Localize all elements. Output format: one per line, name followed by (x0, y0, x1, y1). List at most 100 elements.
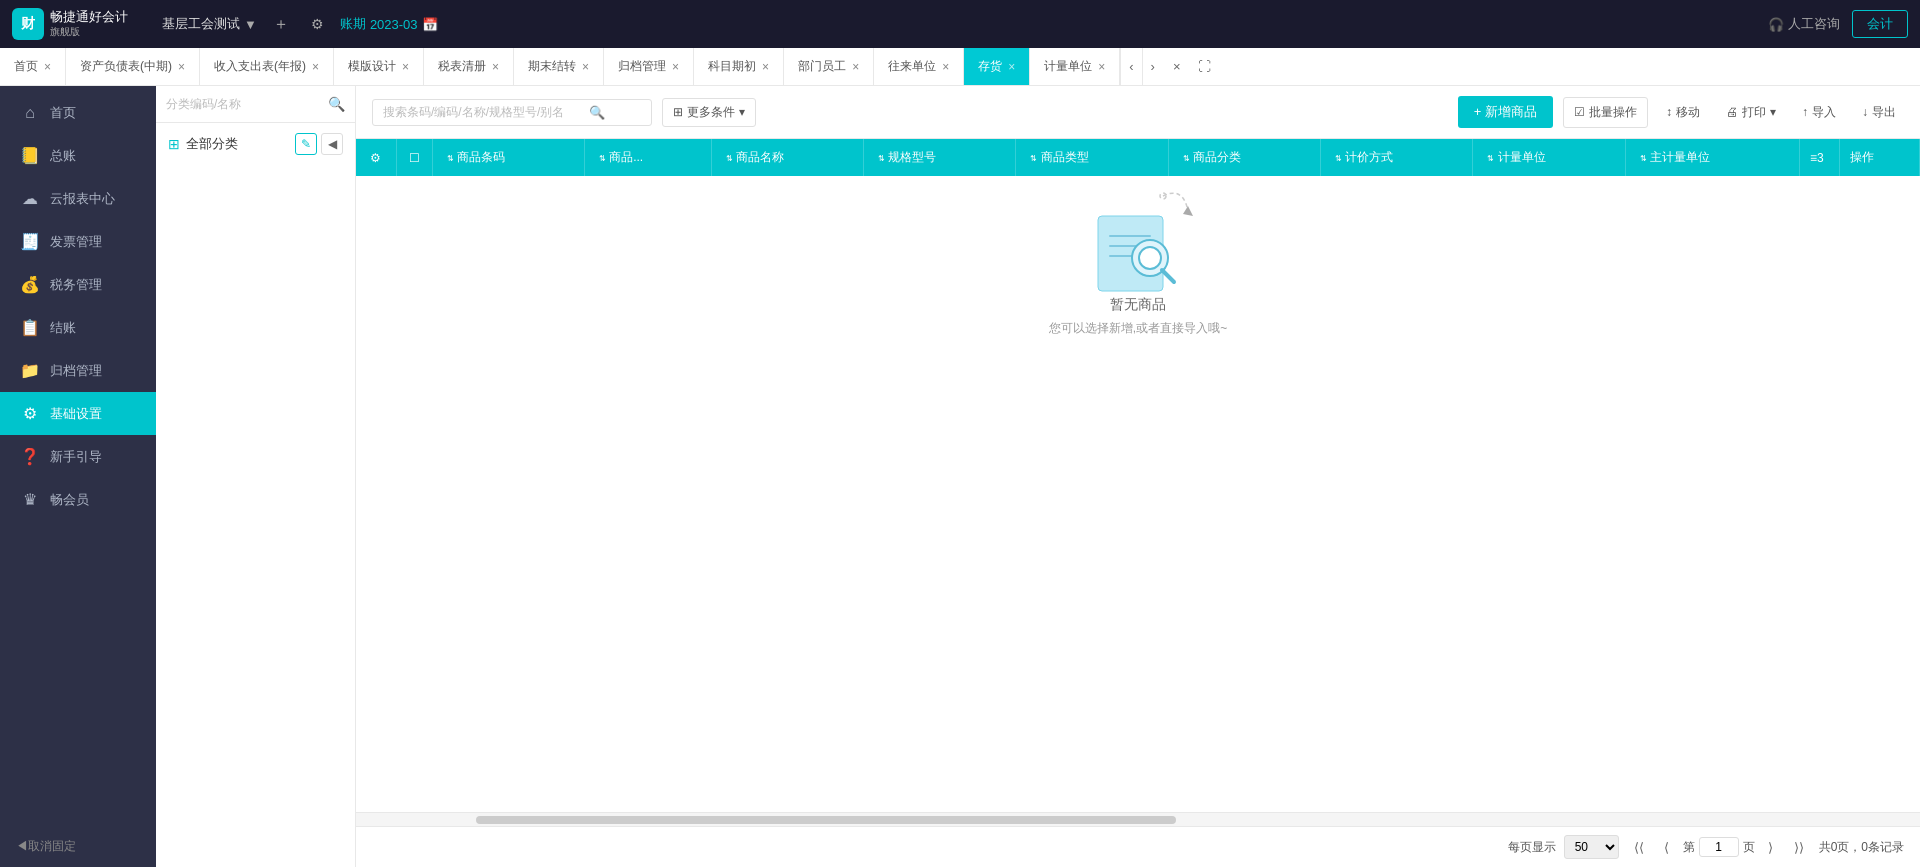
tab-expand-button[interactable]: ⛶ (1190, 48, 1219, 86)
close-icon[interactable]: × (942, 60, 949, 74)
tab-home[interactable]: 首页 × (0, 48, 66, 86)
batch-operation-button[interactable]: ☑ 批量操作 (1563, 97, 1648, 128)
print-icon: 🖨 (1726, 105, 1738, 119)
user-role-button[interactable]: 会计 (1852, 10, 1908, 38)
close-icon[interactable]: × (582, 60, 589, 74)
col-unit[interactable]: ⇅ 计量单位 (1473, 139, 1625, 176)
tab-prev-button[interactable]: ‹ (1120, 48, 1141, 86)
import-button[interactable]: ↑ 导入 (1794, 98, 1844, 127)
horizontal-scrollbar[interactable] (356, 812, 1920, 826)
col-checkbox[interactable]: ☐ (396, 139, 432, 176)
tab-template-design[interactable]: 模版设计 × (334, 48, 424, 86)
col-type[interactable]: ⇅ 商品类型 (1016, 139, 1168, 176)
unpin-label: ◀取消固定 (16, 838, 76, 855)
col-name[interactable]: ⇅ 商品名称 (711, 139, 863, 176)
search-icon[interactable]: 🔍 (328, 96, 345, 112)
tab-label: 首页 (14, 58, 38, 75)
consult-label: 人工咨询 (1788, 15, 1840, 33)
content-area: 🔍 ⊞ 全部分类 ✎ ◀ 🔍 ⊞ 更多条件 (156, 86, 1920, 867)
sidebar-item-label: 发票管理 (50, 233, 102, 251)
sidebar-item-label: 总账 (50, 147, 76, 165)
close-icon[interactable]: × (672, 60, 679, 74)
move-label: 移动 (1676, 104, 1700, 121)
last-page-button[interactable]: ⟩⟩ (1787, 835, 1811, 859)
tab-label: 计量单位 (1044, 58, 1092, 75)
prev-page-button[interactable]: ⟨ (1655, 835, 1679, 859)
move-button[interactable]: ↕ 移动 (1658, 98, 1708, 127)
table-header-row: ⚙ ☐ ⇅ 商品条码 ⇅ 商品... (356, 139, 1920, 176)
col-category[interactable]: ⇅ 商品分类 (1168, 139, 1320, 176)
logo-area: 财 畅捷通好会计 旗舰版 (12, 8, 152, 40)
col-extra[interactable]: ≡3 (1800, 139, 1840, 176)
scroll-thumb[interactable] (476, 816, 1176, 824)
close-icon[interactable]: × (492, 60, 499, 74)
per-page-select[interactable]: 50 10 20 100 (1564, 835, 1619, 859)
col-price-method[interactable]: ⇅ 计价方式 (1320, 139, 1472, 176)
sidebar-item-settings[interactable]: ⚙ 基础设置 (0, 392, 156, 435)
sidebar-item-archive[interactable]: 📁 归档管理 (0, 349, 156, 392)
new-product-button[interactable]: + 新增商品 (1458, 96, 1553, 128)
product-search-input[interactable] (383, 105, 583, 119)
product-search-bar[interactable]: 🔍 (372, 99, 652, 126)
sidebar-menu: ⌂ 首页 📒 总账 ☁ 云报表中心 🧾 发票管理 💰 税务管理 📋 结账 (0, 86, 156, 826)
more-filter-button[interactable]: ⊞ 更多条件 ▾ (662, 98, 756, 127)
add-tab-button[interactable]: ＋ (267, 14, 295, 35)
close-icon[interactable]: × (402, 60, 409, 74)
edit-category-button[interactable]: ✎ (295, 133, 317, 155)
close-icon[interactable]: × (762, 60, 769, 74)
sidebar-item-member[interactable]: ♛ 畅会员 (0, 478, 156, 521)
sidebar-item-ledger[interactable]: 📒 总账 (0, 134, 156, 177)
sidebar-item-home[interactable]: ⌂ 首页 (0, 92, 156, 134)
tab-label: 期末结转 (528, 58, 576, 75)
close-icon[interactable]: × (1008, 60, 1015, 74)
tab-next-button[interactable]: › (1142, 48, 1163, 86)
tab-tax-table[interactable]: 税表清册 × (424, 48, 514, 86)
close-icon[interactable]: × (178, 60, 185, 74)
sidebar-item-label: 云报表中心 (50, 190, 115, 208)
sidebar-item-tax[interactable]: 💰 税务管理 (0, 263, 156, 306)
settings-gear-icon[interactable]: ⚙ (305, 16, 330, 32)
col-spec[interactable]: ⇅ 规格型号 (863, 139, 1015, 176)
page-number-input[interactable] (1699, 837, 1739, 857)
search-icon[interactable]: 🔍 (589, 105, 605, 120)
close-icon[interactable]: × (1098, 60, 1105, 74)
next-page-button[interactable]: ⟩ (1759, 835, 1783, 859)
consult-button[interactable]: 🎧 人工咨询 (1768, 15, 1840, 33)
tab-dept-employee[interactable]: 部门员工 × (784, 48, 874, 86)
period-label: 账期 (340, 15, 366, 33)
sidebar-item-close[interactable]: 📋 结账 (0, 306, 156, 349)
tab-uom[interactable]: 计量单位 × (1030, 48, 1120, 86)
calendar-icon[interactable]: 📅 (422, 17, 438, 32)
tab-period-close[interactable]: 期末结转 × (514, 48, 604, 86)
sidebar-item-reports[interactable]: ☁ 云报表中心 (0, 177, 156, 220)
close-icon[interactable]: × (852, 60, 859, 74)
col-barcode[interactable]: ⇅ 商品条码 (432, 139, 584, 176)
col-settings[interactable]: ⚙ (356, 139, 396, 176)
print-button[interactable]: 🖨 打印 ▾ (1718, 98, 1784, 127)
tab-balance-sheet[interactable]: 资产负债表(中期) × (66, 48, 200, 86)
sidebar-item-invoice[interactable]: 🧾 发票管理 (0, 220, 156, 263)
tab-subject-init[interactable]: 科目期初 × (694, 48, 784, 86)
category-all[interactable]: ⊞ 全部分类 ✎ ◀ (156, 123, 355, 165)
category-search-input[interactable] (166, 97, 322, 111)
tab-income-expense[interactable]: 收入支出表(年报) × (200, 48, 334, 86)
close-icon[interactable]: × (312, 60, 319, 74)
col-main-unit[interactable]: ⇅ 主计量单位 (1625, 139, 1799, 176)
grid-icon: ⊞ (168, 136, 180, 152)
unpin-button[interactable]: ◀取消固定 (0, 826, 156, 867)
tab-archive[interactable]: 归档管理 × (604, 48, 694, 86)
org-selector[interactable]: 基层工会测试 ▼ (162, 15, 257, 33)
first-page-button[interactable]: ⟨⟨ (1627, 835, 1651, 859)
close-icon[interactable]: × (44, 60, 51, 74)
tab-label: 归档管理 (618, 58, 666, 75)
tab-inventory[interactable]: 存货 × (964, 48, 1030, 86)
sidebar-item-newbie[interactable]: ❓ 新手引导 (0, 435, 156, 478)
tab-label: 模版设计 (348, 58, 396, 75)
export-button[interactable]: ↓ 导出 (1854, 98, 1904, 127)
chevron-down-icon: ▾ (739, 105, 745, 119)
tab-vendor[interactable]: 往来单位 × (874, 48, 964, 86)
archive-icon: 📁 (20, 361, 40, 380)
col-code[interactable]: ⇅ 商品... (584, 139, 711, 176)
collapse-panel-button[interactable]: ◀ (321, 133, 343, 155)
tab-close-all-button[interactable]: × (1163, 48, 1191, 86)
